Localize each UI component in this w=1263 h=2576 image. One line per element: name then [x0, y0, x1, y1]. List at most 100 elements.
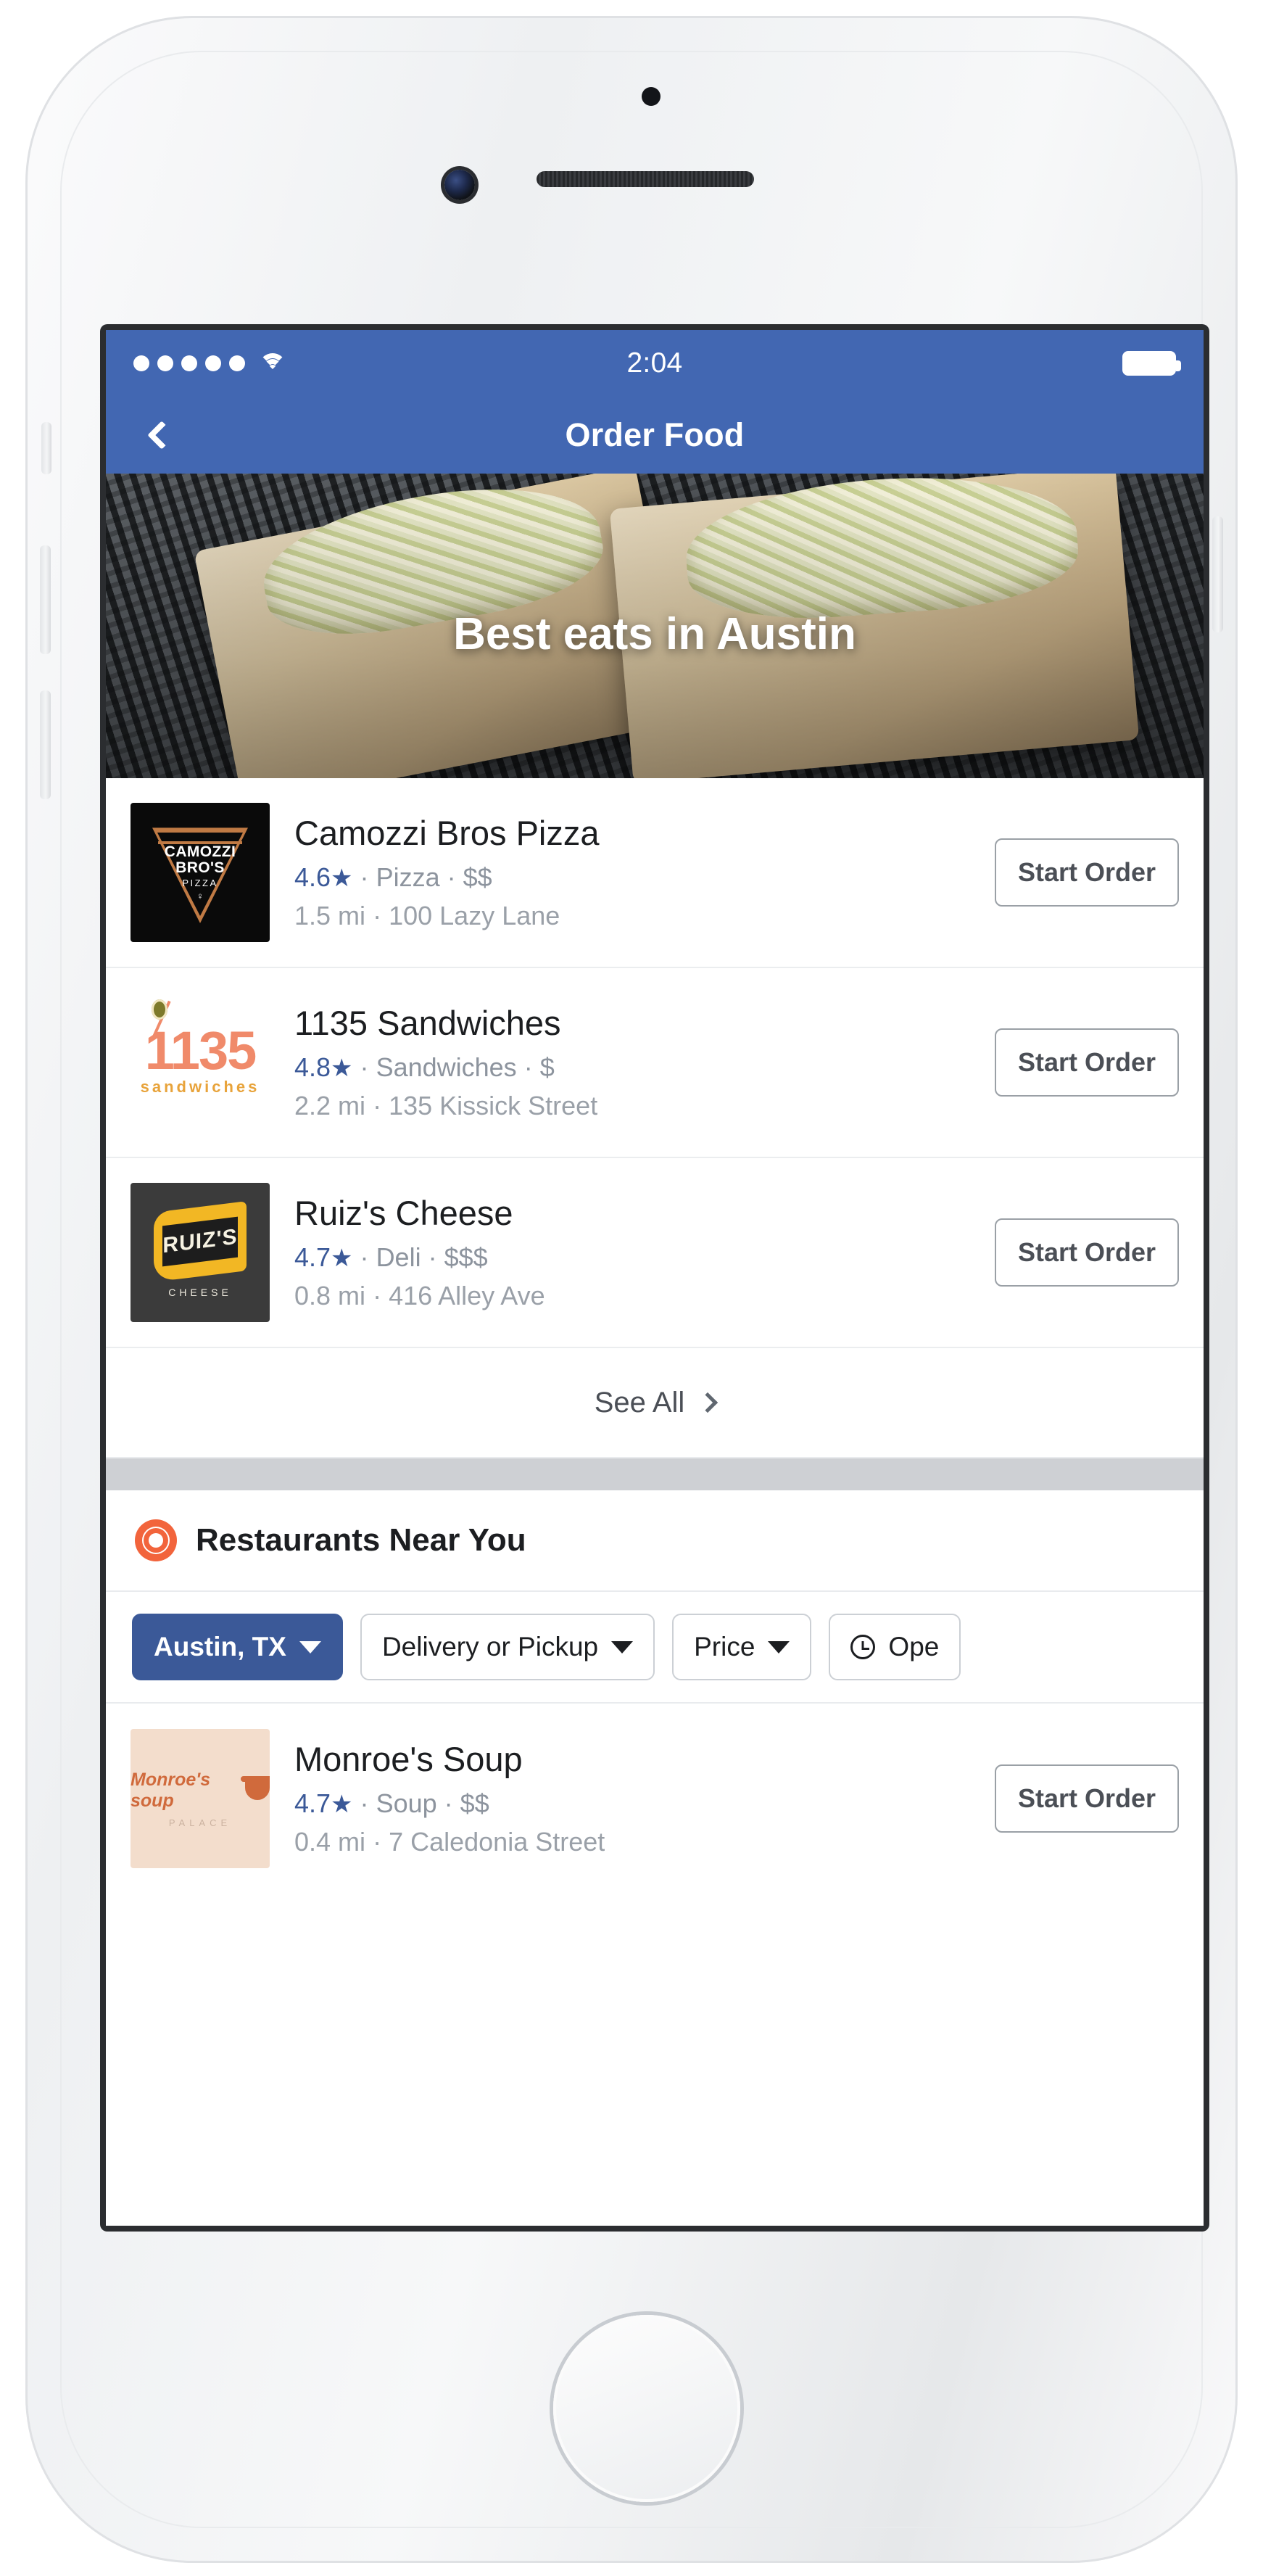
start-order-button[interactable]: Start Order	[994, 1764, 1179, 1833]
logo-word: Monroe's soup	[131, 1769, 211, 1811]
meta-sep: ·	[447, 862, 456, 893]
start-order-button[interactable]: Start Order	[994, 1218, 1179, 1287]
restaurant-meta: 4.6★ · Pizza · $$	[294, 862, 987, 893]
restaurant-location: 0.4 mi · 7 Caledonia Street	[294, 1827, 987, 1857]
home-button[interactable]	[553, 2315, 740, 2502]
section-divider	[106, 1458, 1204, 1490]
proximity-sensor-icon	[642, 87, 661, 106]
logo-word: sandwiches	[140, 1078, 260, 1097]
featured-restaurant-list: CAMOZZI BRO'S PIZZA ♀ Camozzi Bros Pizza…	[106, 778, 1204, 1348]
screen-frame: 2:04 Order Food Best eats in Austin CAMO…	[100, 324, 1209, 2232]
logo-mark-icon: ♀	[196, 890, 204, 901]
chevron-down-icon	[299, 1640, 321, 1654]
price-level: $$	[463, 862, 492, 893]
restaurant-category: Deli	[376, 1242, 421, 1273]
filter-chip-location[interactable]: Austin, TX	[132, 1614, 343, 1680]
restaurant-name: Camozzi Bros Pizza	[294, 813, 600, 852]
restaurant-meta: 4.7★ · Soup · $$	[294, 1788, 987, 1820]
battery-full-icon	[1122, 351, 1181, 376]
start-order-button[interactable]: Start Order	[994, 1028, 1179, 1097]
iphone-device: 2:04 Order Food Best eats in Austin CAMO…	[25, 16, 1238, 2563]
logo-sub: PALACE	[168, 1817, 232, 1828]
filter-chip-open-now[interactable]: Ope	[829, 1614, 961, 1680]
power-button[interactable]	[1212, 516, 1223, 632]
volume-down-button[interactable]	[40, 690, 51, 799]
meta-sep: ·	[373, 1091, 382, 1121]
distance-value: 1.5 mi	[294, 901, 366, 931]
meta-sep: ·	[360, 1052, 369, 1083]
see-all-button[interactable]: See All	[106, 1348, 1204, 1458]
logo-line-1: CAMOZZI	[164, 843, 236, 860]
restaurant-name: 1135 Sandwiches	[294, 1003, 561, 1042]
soup-bowl-icon	[241, 1775, 270, 1800]
restaurant-info: Monroe's Soup 4.7★ · Soup · $$ 0.4 mi ·	[270, 1740, 987, 1858]
restaurant-row[interactable]: RUIZ'S CHEESE Ruiz's Cheese 4.7★ · Deli	[106, 1158, 1204, 1348]
distance-value: 0.8 mi	[294, 1281, 366, 1311]
screenshot-stage: 2:04 Order Food Best eats in Austin CAMO…	[0, 0, 1263, 2576]
restaurant-category: Sandwiches	[376, 1052, 517, 1083]
front-camera-icon	[444, 170, 475, 200]
rating-value: 4.7	[294, 1242, 331, 1273]
restaurant-meta: 4.7★ · Deli · $$$	[294, 1242, 987, 1273]
price-level: $$$	[444, 1242, 488, 1273]
restaurant-info: Camozzi Bros Pizza 4.6★ · Pizza · $$ 1.5…	[270, 814, 987, 932]
restaurant-info: 1135 Sandwiches 4.8★ · Sandwiches · $ 2.…	[270, 1004, 987, 1122]
filter-label: Ope	[888, 1632, 940, 1661]
back-button[interactable]	[144, 415, 180, 455]
clock-icon	[850, 1635, 876, 1659]
star-icon: ★	[331, 1054, 353, 1083]
chevron-down-icon	[611, 1640, 634, 1654]
near-you-restaurant-list: Monroe's soup PALACE Monroe's Soup 4.7★ …	[106, 1704, 1204, 1894]
filter-label: Austin, TX	[154, 1632, 286, 1661]
app-screen: 2:04 Order Food Best eats in Austin CAMO…	[106, 330, 1204, 2226]
restaurant-row[interactable]: CAMOZZI BRO'S PIZZA ♀ Camozzi Bros Pizza…	[106, 778, 1204, 968]
address-value: 416 Alley Ave	[389, 1281, 545, 1311]
restaurant-category: Soup	[376, 1788, 437, 1819]
restaurant-name: Ruiz's Cheese	[294, 1193, 513, 1232]
filter-chip-row[interactable]: Austin, TX Delivery or Pickup Price Ope	[106, 1592, 1204, 1704]
restaurant-row[interactable]: Monroe's soup PALACE Monroe's Soup 4.7★ …	[106, 1704, 1204, 1894]
restaurant-location: 1.5 mi · 100 Lazy Lane	[294, 901, 987, 931]
volume-up-button[interactable]	[40, 545, 51, 654]
rating-value: 4.7	[294, 1788, 331, 1819]
restaurant-logo: RUIZ'S CHEESE	[131, 1183, 270, 1322]
nav-bar: Order Food	[106, 397, 1204, 474]
distance-value: 0.4 mi	[294, 1827, 366, 1857]
status-bar: 2:04	[106, 330, 1204, 397]
see-all-label: See All	[594, 1386, 685, 1419]
meta-sep: ·	[373, 901, 382, 931]
address-value: 7 Caledonia Street	[389, 1827, 605, 1857]
logo-word: RUIZ'S	[162, 1224, 238, 1258]
filter-label: Delivery or Pickup	[381, 1632, 599, 1661]
start-order-button[interactable]: Start Order	[994, 838, 1179, 907]
logo-number: 1135	[145, 999, 257, 1077]
meta-sep: ·	[373, 1281, 382, 1311]
earpiece-speaker	[537, 171, 754, 187]
chevron-right-icon	[697, 1392, 719, 1413]
hero-banner[interactable]: Best eats in Austin	[106, 474, 1204, 778]
meta-sep: ·	[444, 1788, 453, 1819]
meta-sep: ·	[360, 1788, 369, 1819]
meta-sep: ·	[360, 862, 369, 893]
restaurant-location: 2.2 mi · 135 Kissick Street	[294, 1091, 987, 1121]
star-icon: ★	[331, 864, 353, 893]
address-value: 135 Kissick Street	[389, 1091, 598, 1121]
restaurant-row[interactable]: 1135 sandwiches 1135 Sandwiches 4.8★ · S…	[106, 968, 1204, 1158]
price-level: $$	[460, 1788, 489, 1819]
filter-chip-price[interactable]: Price	[672, 1614, 812, 1680]
page-title: Order Food	[565, 416, 745, 453]
rating-value: 4.6	[294, 862, 331, 893]
restaurant-meta: 4.8★ · Sandwiches · $	[294, 1052, 987, 1083]
rating-value: 4.8	[294, 1052, 331, 1083]
restaurant-name: Monroe's Soup	[294, 1739, 523, 1778]
logo-line-2: BRO'S	[175, 859, 225, 876]
filter-chip-delivery-or-pickup[interactable]: Delivery or Pickup	[360, 1614, 655, 1680]
chevron-left-icon	[147, 421, 176, 450]
near-you-header: Restaurants Near You	[106, 1490, 1204, 1592]
restaurant-logo: Monroe's soup PALACE	[131, 1729, 270, 1868]
price-level: $	[539, 1052, 555, 1083]
star-icon: ★	[331, 1244, 353, 1273]
logo-line-3: PIZZA	[182, 877, 218, 888]
location-pin-icon	[135, 1519, 177, 1561]
silent-switch[interactable]	[41, 422, 51, 474]
